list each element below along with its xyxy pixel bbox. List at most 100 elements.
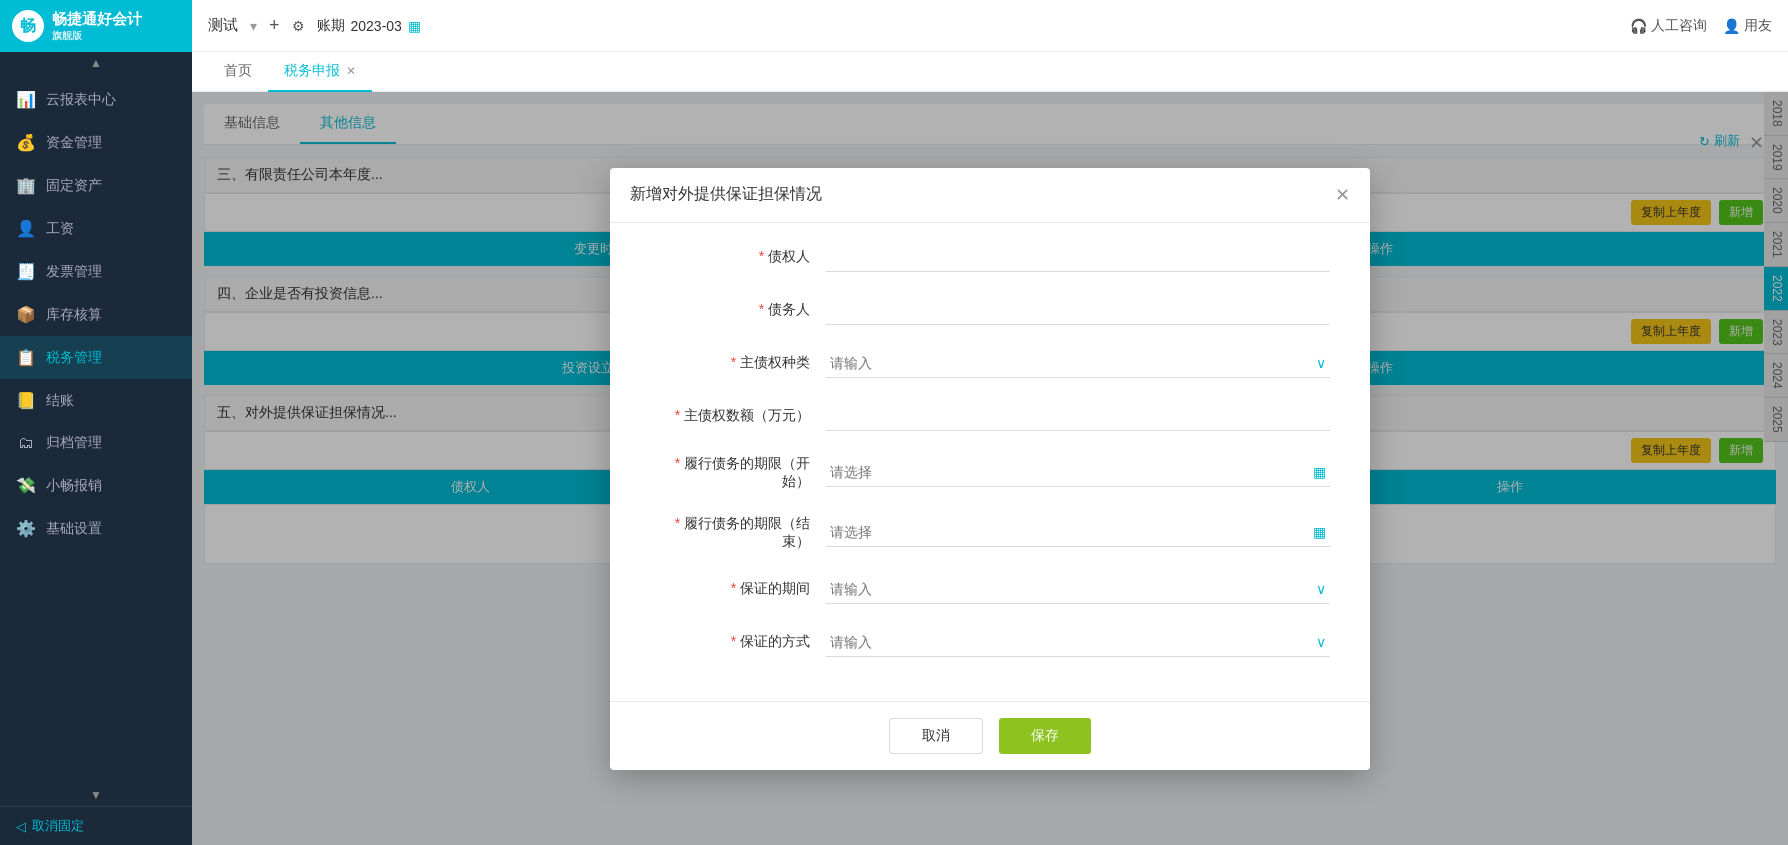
user-button[interactable]: 👤 用友 <box>1723 17 1772 35</box>
tab-home[interactable]: 首页 <box>208 52 268 92</box>
sidebar-item-accounting[interactable]: 📒 结账 <box>0 379 192 422</box>
select-guarantee-method[interactable]: ∨ <box>826 628 1330 657</box>
app-name: 畅捷通好会计 <box>52 10 142 29</box>
sidebar-item-label: 资金管理 <box>46 134 102 152</box>
finance-icon: 💰 <box>16 133 36 152</box>
period-value: 2023-03 <box>351 18 402 34</box>
sidebar-item-label: 云报表中心 <box>46 91 116 109</box>
expense-icon: 💸 <box>16 476 36 495</box>
label-date-start: * 履行债务的期限（开始） <box>650 455 810 491</box>
sidebar-item-label: 归档管理 <box>46 434 102 452</box>
modal-footer: 取消 保存 <box>610 701 1370 770</box>
company-chevron-icon[interactable]: ▾ <box>250 18 257 34</box>
settings-icon: ⚙️ <box>16 519 36 538</box>
content-area: 基础信息 其他信息 三、有限责任公司本年度... 复制上年度 新增 变更时间 操… <box>192 92 1788 845</box>
inventory-icon: 📦 <box>16 305 36 324</box>
invoices-icon: 🧾 <box>16 262 36 281</box>
modal-body: * 债权人 * 债务人 <box>610 223 1370 701</box>
select-debt-type[interactable]: ∨ <box>826 349 1330 378</box>
label-date-end: * 履行债务的期限（结束） <box>650 515 810 551</box>
field-creditor: * 债权人 <box>650 243 1330 272</box>
logo-icon: 畅 <box>12 10 44 42</box>
period-calendar-icon[interactable]: ▦ <box>408 18 421 34</box>
period-label: 账期 <box>317 17 345 35</box>
cloud-reports-icon: 📊 <box>16 90 36 109</box>
modal-close-button[interactable]: ✕ <box>1335 184 1350 206</box>
tax-icon: 📋 <box>16 348 36 367</box>
chevron-down-icon: ∨ <box>1316 355 1326 371</box>
sidebar-item-label: 结账 <box>46 392 74 410</box>
cancel-button[interactable]: 取消 <box>889 718 983 754</box>
select-guarantee-method-input[interactable] <box>830 634 1316 650</box>
settings-gear-icon[interactable]: ⚙ <box>292 18 305 34</box>
accounting-icon: 📒 <box>16 391 36 410</box>
label-debt-type: * 主债权种类 <box>650 354 810 372</box>
modal-dialog: 新增对外提供保证担保情况 ✕ * 债权人 <box>610 168 1370 770</box>
sidebar-item-label: 基础设置 <box>46 520 102 538</box>
company-name: 测试 <box>208 16 238 35</box>
save-button[interactable]: 保存 <box>999 718 1091 754</box>
user-label: 用友 <box>1744 17 1772 35</box>
add-button[interactable]: + <box>269 15 280 36</box>
date-picker-start[interactable]: ▦ <box>826 458 1330 487</box>
tab-close-icon[interactable]: ✕ <box>346 64 356 78</box>
input-debt-amount[interactable] <box>826 402 1330 431</box>
sidebar-item-label: 工资 <box>46 220 74 238</box>
app-edition: 旗舰版 <box>52 29 142 43</box>
field-debt-amount: * 主债权数额（万元） <box>650 402 1330 431</box>
select-debt-type-input[interactable] <box>830 355 1316 371</box>
input-creditor[interactable] <box>826 243 1330 272</box>
sidebar-scroll-up[interactable]: ▲ <box>0 52 192 74</box>
label-guarantee-period: * 保证的期间 <box>650 580 810 598</box>
field-debt-type: * 主债权种类 ∨ <box>650 349 1330 378</box>
date-picker-end[interactable]: ▦ <box>826 518 1330 547</box>
date-end-input[interactable] <box>830 524 1313 540</box>
chevron-down-icon-2: ∨ <box>1316 581 1326 597</box>
field-guarantee-method: * 保证的方式 ∨ <box>650 628 1330 657</box>
sidebar-item-finance[interactable]: 💰 资金管理 <box>0 121 192 164</box>
sidebar-item-label: 库存核算 <box>46 306 102 324</box>
input-debtor[interactable] <box>826 296 1330 325</box>
sidebar: 畅 畅捷通好会计 旗舰版 ▲ 📊 云报表中心 💰 资金管理 🏢 固定资产 👤 工… <box>0 0 192 845</box>
sidebar-scroll-down[interactable]: ▼ <box>0 784 192 806</box>
sidebar-item-tax[interactable]: 📋 税务管理 <box>0 336 192 379</box>
header-right: 🎧 人工咨询 👤 用友 <box>1630 17 1772 35</box>
tab-home-label: 首页 <box>224 62 252 80</box>
support-button[interactable]: 🎧 人工咨询 <box>1630 17 1707 35</box>
field-date-end: * 履行债务的期限（结束） ▦ <box>650 515 1330 551</box>
tab-bar: 首页 税务申报 ✕ <box>192 52 1788 92</box>
sidebar-item-cloud-reports[interactable]: 📊 云报表中心 <box>0 78 192 121</box>
field-guarantee-period: * 保证的期间 ∨ <box>650 575 1330 604</box>
modal-title: 新增对外提供保证担保情况 <box>630 184 822 205</box>
sidebar-item-label: 税务管理 <box>46 349 102 367</box>
payroll-icon: 👤 <box>16 219 36 238</box>
sidebar-item-settings[interactable]: ⚙️ 基础设置 <box>0 507 192 550</box>
sidebar-item-payroll[interactable]: 👤 工资 <box>0 207 192 250</box>
sidebar-footer-unpin[interactable]: ◁ 取消固定 <box>0 806 192 845</box>
top-header: 测试 ▾ + ⚙ 账期 2023-03 ▦ 🎧 人工咨询 👤 用友 <box>192 0 1788 52</box>
label-debt-amount: * 主债权数额（万元） <box>650 407 810 425</box>
sidebar-item-label: 固定资产 <box>46 177 102 195</box>
sidebar-item-expense[interactable]: 💸 小畅报销 <box>0 464 192 507</box>
modal-header: 新增对外提供保证担保情况 ✕ <box>610 168 1370 223</box>
field-debtor: * 债务人 <box>650 296 1330 325</box>
main-area: 测试 ▾ + ⚙ 账期 2023-03 ▦ 🎧 人工咨询 👤 用友 首页 税务申… <box>192 0 1788 845</box>
archive-icon: 🗂 <box>16 434 36 452</box>
sidebar-nav: 📊 云报表中心 💰 资金管理 🏢 固定资产 👤 工资 🧾 发票管理 📦 库存核算… <box>0 74 192 784</box>
period-selector: 账期 2023-03 ▦ <box>317 17 421 35</box>
date-start-input[interactable] <box>830 464 1313 480</box>
sidebar-item-archive[interactable]: 🗂 归档管理 <box>0 422 192 464</box>
sidebar-item-inventory[interactable]: 📦 库存核算 <box>0 293 192 336</box>
select-guarantee-period-input[interactable] <box>830 581 1316 597</box>
sidebar-item-fixed-assets[interactable]: 🏢 固定资产 <box>0 164 192 207</box>
label-debtor: * 债务人 <box>650 301 810 319</box>
tab-tax-filing[interactable]: 税务申报 ✕ <box>268 52 372 92</box>
chevron-down-icon-3: ∨ <box>1316 634 1326 650</box>
user-icon: 👤 <box>1723 18 1740 34</box>
calendar-start-icon: ▦ <box>1313 464 1326 480</box>
fixed-assets-icon: 🏢 <box>16 176 36 195</box>
sidebar-item-invoices[interactable]: 🧾 发票管理 <box>0 250 192 293</box>
select-guarantee-period[interactable]: ∨ <box>826 575 1330 604</box>
headset-icon: 🎧 <box>1630 18 1647 34</box>
field-date-start: * 履行债务的期限（开始） ▦ <box>650 455 1330 491</box>
